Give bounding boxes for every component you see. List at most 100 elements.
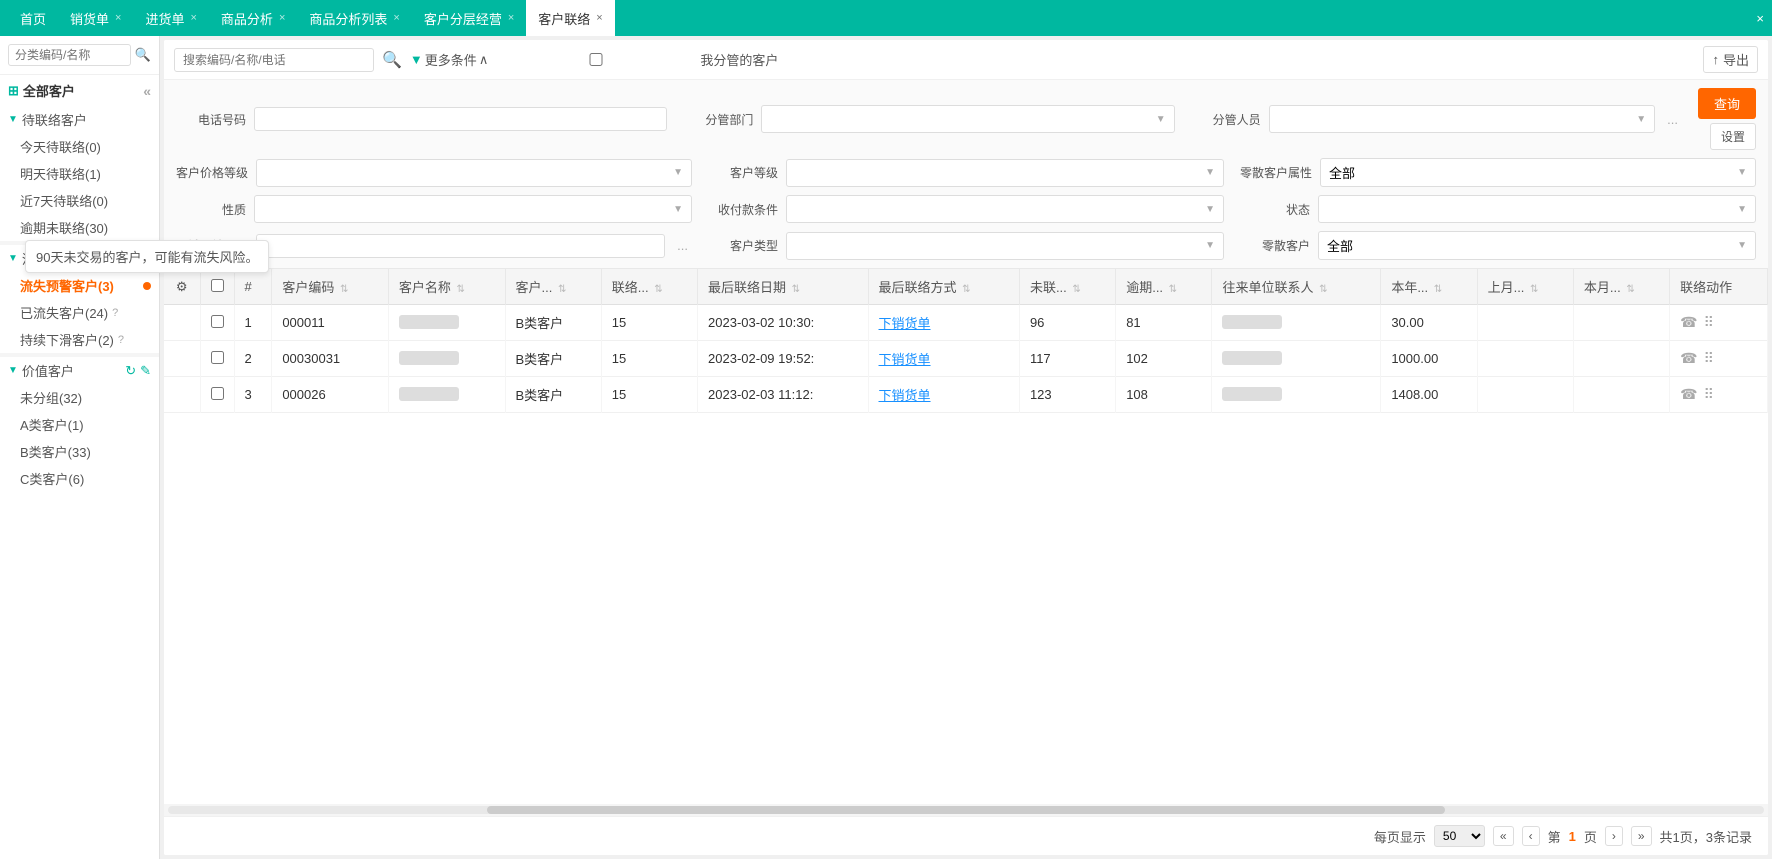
toolbar-search-icon[interactable]: 🔍 [382, 50, 402, 70]
horizontal-scrollbar[interactable] [164, 804, 1768, 816]
more-action-icon-1[interactable]: ⠿ [1704, 350, 1714, 367]
row-last-method-0[interactable]: 下销货单 [868, 305, 1019, 341]
grid-icon: ⊞ [8, 83, 19, 99]
close-tier-icon[interactable]: × [508, 12, 514, 24]
sidebar-item-7days[interactable]: 近7天待联络(0) [0, 187, 159, 214]
query-button[interactable]: 查询 [1698, 88, 1756, 119]
region-dots-icon[interactable]: ... [673, 238, 692, 253]
sidebar-item-churn-warning[interactable]: 流失预警客户(3) [0, 272, 159, 299]
row-type-0: B类客户 [505, 305, 601, 341]
export-button[interactable]: ↑ 导出 [1703, 46, 1758, 73]
nav-tab-sales[interactable]: 销货单 × [58, 0, 133, 36]
price-tier-label: 客户价格等级 [176, 164, 248, 181]
row-last-date-2: 2023-02-03 11:12: [698, 377, 868, 413]
price-tier-select[interactable]: ▼ [256, 159, 692, 187]
col-action: 联络动作 [1670, 269, 1768, 305]
nav-tab-customer-tier[interactable]: 客户分层经营 × [412, 0, 526, 36]
row-last-month-0 [1477, 305, 1573, 341]
sidebar-item-class-a[interactable]: A类客户(1) [0, 411, 159, 438]
page-label2: 页 [1584, 827, 1597, 846]
sidebar-item-today[interactable]: 今天待联络(0) [0, 133, 159, 160]
row-last-method-2[interactable]: 下销货单 [868, 377, 1019, 413]
region-input[interactable] [256, 234, 665, 258]
close-purchase-icon[interactable]: × [190, 12, 196, 24]
col-contact[interactable]: 联络... ⇅ [601, 269, 697, 305]
first-page-button[interactable]: « [1493, 826, 1514, 846]
payment-select[interactable]: ▼ [786, 195, 1224, 223]
col-type[interactable]: 客户... ⇅ [505, 269, 601, 305]
last-page-button[interactable]: » [1631, 826, 1652, 846]
col-this-month[interactable]: 本月... ⇅ [1573, 269, 1669, 305]
close-all-icon[interactable]: × [1756, 11, 1764, 26]
edit-icon[interactable]: ✎ [140, 363, 151, 379]
settings-button[interactable]: 设置 [1710, 123, 1756, 150]
sidebar-item-class-b[interactable]: B类客户(33) [0, 438, 159, 465]
close-goods-list-icon[interactable]: × [393, 12, 399, 24]
col-name[interactable]: 客户名称 ⇅ [388, 269, 505, 305]
row-last-method-1[interactable]: 下销货单 [868, 341, 1019, 377]
sidebar-item-overdue[interactable]: 逾期未联络(30) [0, 214, 159, 241]
more-conditions-btn[interactable]: ▼ 更多条件 ∧ [410, 50, 488, 69]
col-overdue[interactable]: 逾期... ⇅ [1116, 269, 1212, 305]
retail-attr-select[interactable]: 全部 ▼ [1320, 158, 1756, 187]
col-code[interactable]: 客户编码 ⇅ [272, 269, 389, 305]
col-last-date[interactable]: 最后联络日期 ⇅ [698, 269, 868, 305]
warning-dot-icon [143, 282, 151, 290]
select-all-checkbox[interactable] [211, 279, 224, 292]
search-input[interactable] [174, 48, 374, 72]
refresh-icon[interactable]: ↻ [125, 363, 136, 379]
phone-input[interactable] [254, 107, 667, 131]
sidebar-section-pending[interactable]: ▼ 待联络客户 [0, 106, 159, 133]
sidebar-all-customers[interactable]: ⊞ 全部客户 « [0, 75, 159, 106]
sidebar-item-retention[interactable]: 持续下滑客户(2) ? [0, 326, 159, 353]
tm-sort-icon: ⇅ [1626, 284, 1634, 295]
row-no-contact-0: 96 [1019, 305, 1115, 341]
col-no-contact[interactable]: 未联... ⇅ [1019, 269, 1115, 305]
person-dots-icon[interactable]: ... [1663, 112, 1682, 127]
nav-tab-goods-analysis[interactable]: 商品分析 × [209, 0, 297, 36]
page-label: 第 [1548, 827, 1561, 846]
col-settings[interactable]: ⚙ [164, 269, 200, 305]
status-select[interactable]: ▼ [1318, 195, 1756, 223]
person-select[interactable]: ▼ [1269, 105, 1655, 133]
my-customers-checkbox[interactable] [496, 53, 696, 66]
nav-home[interactable]: 首页 [8, 0, 58, 36]
dept-select[interactable]: ▼ [761, 105, 1174, 133]
sidebar-search-icon[interactable]: 🔍 [135, 47, 151, 63]
collapse-icon[interactable]: « [143, 83, 151, 99]
prev-page-button[interactable]: ‹ [1522, 826, 1540, 846]
nav-tab-purchase[interactable]: 进货单 × [133, 0, 208, 36]
close-goods-icon[interactable]: × [279, 12, 285, 24]
row-checkbox-2[interactable] [200, 377, 234, 413]
more-action-icon-2[interactable]: ⠿ [1704, 386, 1714, 403]
nav-tab-customer-contact[interactable]: 客户联络 × [526, 0, 614, 36]
sidebar-item-tomorrow[interactable]: 明天待联络(1) [0, 160, 159, 187]
sidebar-item-already-churn[interactable]: 已流失客户(24) ? [0, 299, 159, 326]
row-checkbox-0[interactable] [200, 305, 234, 341]
sidebar-item-class-c[interactable]: C类客户(6) [0, 465, 159, 492]
close-contact-icon[interactable]: × [596, 12, 602, 24]
col-last-month[interactable]: 上月... ⇅ [1477, 269, 1573, 305]
col-unit-contact[interactable]: 往来单位联系人 ⇅ [1212, 269, 1381, 305]
sidebar-item-ungroup[interactable]: 未分组(32) [0, 384, 159, 411]
page-size-select[interactable]: 50 100 [1434, 825, 1485, 847]
sidebar-search-input[interactable] [8, 44, 131, 66]
filter-status: 状态 ▼ [1240, 195, 1756, 223]
cust-type-select[interactable]: ▼ [786, 232, 1224, 260]
retail-select[interactable]: 全部 ▼ [1318, 231, 1756, 260]
contact-action-icon-0[interactable]: ☎ [1680, 314, 1697, 331]
nav-tab-goods-list[interactable]: 商品分析列表 × [297, 0, 411, 36]
contact-action-icon-2[interactable]: ☎ [1680, 386, 1697, 403]
row-checkbox-1[interactable] [200, 341, 234, 377]
contact-action-icon-1[interactable]: ☎ [1680, 350, 1697, 367]
col-last-method[interactable]: 最后联络方式 ⇅ [868, 269, 1019, 305]
more-action-icon-0[interactable]: ⠿ [1704, 314, 1714, 331]
tier-select[interactable]: ▼ [786, 159, 1224, 187]
nature-select[interactable]: ▼ [254, 195, 692, 223]
sidebar-section-value[interactable]: ▼ 价值客户 ↻ ✎ [0, 357, 159, 384]
close-sales-icon[interactable]: × [115, 12, 121, 24]
next-page-button[interactable]: › [1605, 826, 1623, 846]
tier-arrow-icon: ▼ [1205, 167, 1215, 178]
col-this-year[interactable]: 本年... ⇅ [1381, 269, 1477, 305]
retention-help-icon: ? [118, 334, 124, 346]
